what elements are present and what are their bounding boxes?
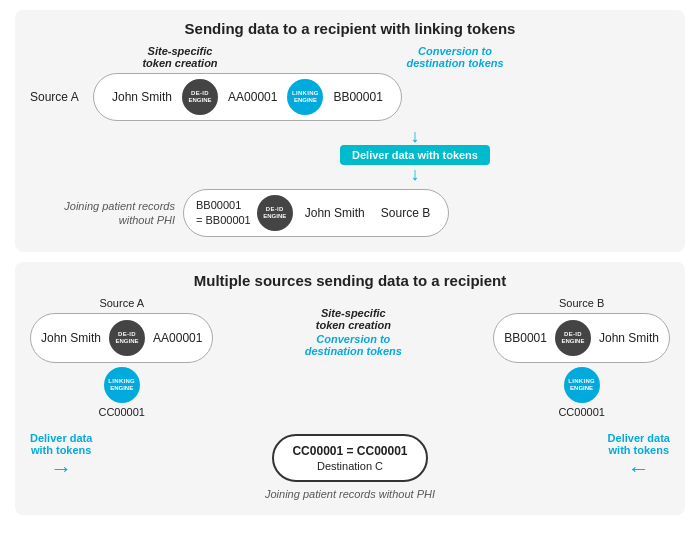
source-b-box-label: Source B [559, 297, 604, 309]
destination-center: CC00001 = CC00001 Destination C [272, 426, 427, 482]
top-labels-row: Site-specifictoken creation Conversion t… [30, 45, 670, 69]
destination-box: CC00001 = CC00001 Destination C [272, 434, 427, 482]
source-b-pill: BB0001 DE-ID ENGINE John Smith [493, 313, 670, 363]
linking-engine-b: LINKING ENGINE [564, 367, 600, 403]
deliver-row: ↓ Deliver data with tokens ↓ [160, 127, 670, 183]
conversion-label: Conversion todestination tokens [380, 45, 530, 69]
destination-tokens: CC00001 = CC00001 [292, 444, 407, 458]
source-b-label: Source B [381, 206, 430, 220]
bb-tokens: BB00001= BB00001 [196, 198, 251, 229]
arrow-right-left: → [50, 456, 72, 482]
bottom-section: Multiple sources sending data to a recip… [15, 262, 685, 515]
site-specific-label: Site-specifictoken creation [100, 45, 260, 69]
deid-engine-2: DE-ID ENGINE [257, 195, 293, 231]
token-aa: AA00001 [228, 90, 277, 104]
joining-bottom: Joining patient records without PHI [265, 488, 435, 500]
deliver-right: Deliver datawith tokens [608, 432, 670, 456]
bottom-row-top-section: Joining patient recordswithout PHI BB000… [30, 189, 670, 237]
source-b-box: Source B BB0001 DE-ID ENGINE John Smith … [493, 297, 670, 418]
top-flow-row: Source A John Smith DE-ID ENGINE AA00001… [30, 73, 670, 121]
bottom-title: Multiple sources sending data to a recip… [30, 272, 670, 289]
token-aa-b: AA00001 [153, 331, 202, 345]
token-bb-b: BB0001 [504, 331, 547, 345]
deid-engine-a: DE-ID ENGINE [109, 320, 145, 356]
joining-label: Joining patient recordswithout PHI [30, 199, 175, 228]
person-a: John Smith [41, 331, 101, 345]
deliver-left-col: Deliver datawith tokens → [30, 426, 92, 482]
top-pill: John Smith DE-ID ENGINE AA00001 LINKING … [93, 73, 402, 121]
source-a-pill: John Smith DE-ID ENGINE AA00001 [30, 313, 213, 363]
deid-engine-1: DE-ID ENGINE [182, 79, 218, 115]
top-section: Sending data to a recipient with linking… [15, 10, 685, 252]
cc-label-a: CC00001 [98, 406, 144, 418]
linking-engine-a: LINKING ENGINE [104, 367, 140, 403]
deliver-right-col: Deliver datawith tokens ← [608, 426, 670, 482]
source-a-box: Source A John Smith DE-ID ENGINE AA00001… [30, 297, 213, 418]
site-specific-bottom: Site-specifictoken creation [316, 307, 391, 331]
bottom-delivery-row: Deliver datawith tokens → CC00001 = CC00… [30, 426, 670, 482]
main-container: Sending data to a recipient with linking… [0, 0, 700, 525]
conversion-bottom: Conversion todestination tokens [305, 333, 402, 357]
source-a-linking: LINKING ENGINE CC00001 [98, 367, 144, 418]
source-a-label: Source A [30, 90, 85, 104]
token-bb: BB00001 [333, 90, 382, 104]
bottom-pill: BB00001= BB00001 DE-ID ENGINE John Smith… [183, 189, 449, 237]
arrow-left-right: ← [628, 456, 650, 482]
source-a-box-label: Source A [99, 297, 144, 309]
person-name-b: John Smith [305, 206, 365, 220]
deid-engine-b: DE-ID ENGINE [555, 320, 591, 356]
source-b-linking: LINKING ENGINE CC00001 [558, 367, 604, 418]
deliver-button[interactable]: Deliver data with tokens [340, 145, 490, 165]
person-b: John Smith [599, 331, 659, 345]
person-name-top: John Smith [112, 90, 172, 104]
arrow-down-icon: ↓ [411, 127, 420, 145]
deliver-left: Deliver datawith tokens [30, 432, 92, 456]
bottom-full: Source A John Smith DE-ID ENGINE AA00001… [30, 297, 670, 500]
linking-engine-1: LINKING ENGINE [287, 79, 323, 115]
top-title: Sending data to a recipient with linking… [30, 20, 670, 37]
center-labels: Site-specifictoken creation Conversion t… [305, 307, 402, 365]
arrow-down-2-icon: ↓ [411, 165, 420, 183]
bottom-sources-row: Source A John Smith DE-ID ENGINE AA00001… [30, 297, 670, 418]
cc-label-b: CC00001 [558, 406, 604, 418]
destination-label: Destination C [292, 460, 407, 472]
